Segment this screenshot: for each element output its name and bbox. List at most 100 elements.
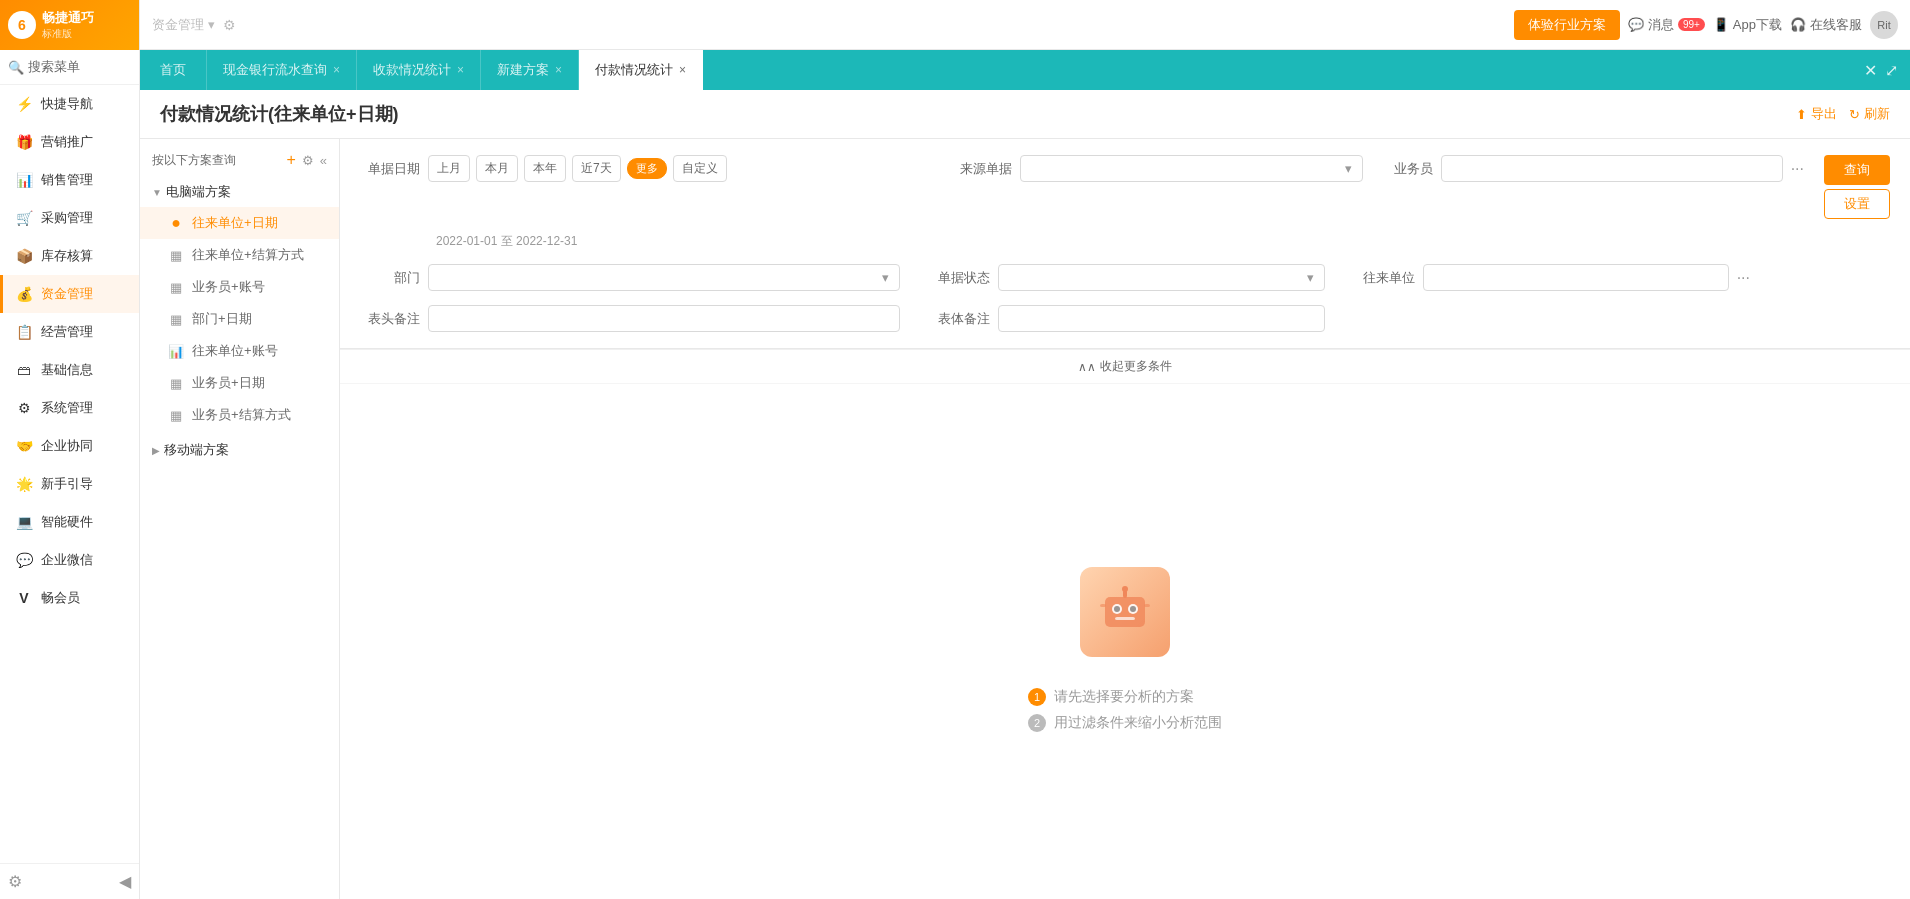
mobile-group-header[interactable]: ▶ 移动端方案 <box>140 435 339 465</box>
footer-collapse-icon[interactable]: ◀ <box>119 872 131 891</box>
sidebar-item-guide[interactable]: 🌟 新手引导 <box>0 465 139 503</box>
this-month-btn[interactable]: 本月 <box>476 155 518 182</box>
sidebar-item-finance[interactable]: 💰 资金管理 <box>0 275 139 313</box>
scheme-icon: ▦ <box>168 407 184 423</box>
topbar-settings-icon[interactable]: ⚙ <box>223 17 236 33</box>
panel-settings-icon[interactable]: ⚙ <box>302 153 314 168</box>
query-button[interactable]: 查询 <box>1824 155 1890 185</box>
dropdown-arrow-icon[interactable]: ▾ <box>208 17 215 32</box>
custom-btn[interactable]: 自定义 <box>673 155 727 182</box>
tab-home[interactable]: 首页 <box>140 50 207 90</box>
tab-receipt-stats-close[interactable]: × <box>457 63 464 77</box>
staff-input[interactable] <box>1441 155 1783 182</box>
industry-scheme-button[interactable]: 体验行业方案 <box>1514 10 1620 40</box>
sidebar-item-operation[interactable]: 📋 经营管理 <box>0 313 139 351</box>
refresh-button[interactable]: ↻ 刷新 <box>1849 105 1890 123</box>
tab-payment-stats[interactable]: 付款情况统计 × <box>579 50 703 90</box>
sidebar-item-hardware[interactable]: 💻 智能硬件 <box>0 503 139 541</box>
scheme-item-dept-date[interactable]: ▦ 部门+日期 <box>140 303 339 335</box>
tab-payment-stats-label: 付款情况统计 <box>595 61 673 79</box>
online-service-button[interactable]: 🎧 在线客服 <box>1790 16 1862 34</box>
tab-expand-icon[interactable]: ⤢ <box>1885 61 1898 80</box>
sidebar-item-label: 智能硬件 <box>41 513 93 531</box>
breadcrumb-text: 资金管理 <box>152 16 204 34</box>
scheme-item-staff-settle[interactable]: ▦ 业务员+结算方式 <box>140 399 339 431</box>
avatar[interactable]: Rit <box>1870 11 1898 39</box>
content-area: 按以下方案查询 + ⚙ « ▼ 电脑端方案 ● 往来单位+日期 ▦ <box>140 139 1910 899</box>
scheme-item-unit-account[interactable]: 📊 往来单位+账号 <box>140 335 339 367</box>
mobile-group-label: 移动端方案 <box>164 441 229 459</box>
tab-receipt-stats[interactable]: 收款情况统计 × <box>357 50 481 90</box>
panel-add-icon[interactable]: + <box>286 151 295 169</box>
search-label: 搜索菜单 <box>28 58 80 76</box>
voucher-status-label: 单据状态 <box>920 269 990 287</box>
sidebar-item-purchase[interactable]: 🛒 采购管理 <box>0 199 139 237</box>
voucher-status-select[interactable]: ▾ <box>998 264 1325 291</box>
refresh-icon: ↻ <box>1849 107 1860 122</box>
wechat-icon: 💬 <box>15 551 33 569</box>
refresh-label: 刷新 <box>1864 105 1890 123</box>
empty-robot-icon <box>1080 567 1170 657</box>
tab-payment-stats-close[interactable]: × <box>679 63 686 77</box>
export-button[interactable]: ⬆ 导出 <box>1796 105 1837 123</box>
header-note-input[interactable] <box>428 305 900 332</box>
sidebar-item-marketing[interactable]: 🎁 营销推广 <box>0 123 139 161</box>
sidebar-item-label: 营销推广 <box>41 133 93 151</box>
scheme-item-unit-settle[interactable]: ▦ 往来单位+结算方式 <box>140 239 339 271</box>
last-7days-btn[interactable]: 近7天 <box>572 155 621 182</box>
finance-icon: 💰 <box>15 285 33 303</box>
messages-button[interactable]: 💬 消息 99+ <box>1628 16 1705 34</box>
tab-bank-flow[interactable]: 现金银行流水查询 × <box>207 50 357 90</box>
topbar: 资金管理 ▾ ⚙ 体验行业方案 💬 消息 99+ 📱 App下载 🎧 在线客服 … <box>140 0 1910 50</box>
scheme-icon: ▦ <box>168 247 184 263</box>
sidebar-item-wechat[interactable]: 💬 企业微信 <box>0 541 139 579</box>
source-select[interactable]: ▾ <box>1020 155 1363 182</box>
empty-tip-1: 1 请先选择要分析的方案 <box>1028 688 1222 706</box>
sidebar-item-system[interactable]: ⚙ 系统管理 <box>0 389 139 427</box>
app-download-button[interactable]: 📱 App下载 <box>1713 16 1782 34</box>
panel-label: 按以下方案查询 <box>152 152 236 169</box>
body-note-input[interactable] <box>998 305 1325 332</box>
tab-bank-flow-close[interactable]: × <box>333 63 340 77</box>
panel-collapse-icon[interactable]: « <box>320 153 327 168</box>
svg-point-4 <box>1130 606 1136 612</box>
footer-settings-icon[interactable]: ⚙ <box>8 872 22 891</box>
more-btn[interactable]: 更多 <box>627 158 667 179</box>
sidebar-item-member[interactable]: V 畅会员 <box>0 579 139 617</box>
messages-badge: 99+ <box>1678 18 1705 31</box>
last-month-btn[interactable]: 上月 <box>428 155 470 182</box>
panel-header: 按以下方案查询 + ⚙ « <box>140 151 339 177</box>
partner-input[interactable] <box>1423 264 1729 291</box>
this-year-btn[interactable]: 本年 <box>524 155 566 182</box>
page-title: 付款情况统计(往来单位+日期) <box>160 102 399 126</box>
dept-select[interactable]: ▾ <box>428 264 900 291</box>
sidebar-search[interactable]: 🔍 搜索菜单 <box>0 50 139 85</box>
scheme-icon: ▦ <box>168 311 184 327</box>
staff-dots[interactable]: ··· <box>1791 160 1804 178</box>
source-dropdown-icon: ▾ <box>1345 161 1352 176</box>
desktop-group-label: 电脑端方案 <box>166 183 231 201</box>
scheme-item-staff-account[interactable]: ▦ 业务员+账号 <box>140 271 339 303</box>
desktop-group-header[interactable]: ▼ 电脑端方案 <box>140 177 339 207</box>
tab-new-scheme[interactable]: 新建方案 × <box>481 50 579 90</box>
tab-close-all-icon[interactable]: ✕ <box>1864 61 1877 80</box>
setting-button[interactable]: 设置 <box>1824 189 1890 219</box>
sidebar-item-quick-nav[interactable]: ⚡ 快捷导航 <box>0 85 139 123</box>
scheme-item-staff-date[interactable]: ▦ 业务员+日期 <box>140 367 339 399</box>
sidebar-item-sales[interactable]: 📊 销售管理 <box>0 161 139 199</box>
system-icon: ⚙ <box>15 399 33 417</box>
partner-dots[interactable]: ··· <box>1737 269 1750 287</box>
sidebar-item-basic-info[interactable]: 🗃 基础信息 <box>0 351 139 389</box>
filter-actions: 查询 设置 <box>1824 155 1890 219</box>
page-header-actions: ⬆ 导出 ↻ 刷新 <box>1796 105 1890 123</box>
header-note-label: 表头备注 <box>360 310 420 328</box>
scheme-item-unit-date[interactable]: ● 往来单位+日期 <box>140 207 339 239</box>
sidebar-item-label: 畅会员 <box>41 589 80 607</box>
robot-svg <box>1095 582 1155 642</box>
collapse-bar[interactable]: ∧∧ 收起更多条件 <box>340 349 1910 383</box>
sidebar-item-enterprise[interactable]: 🤝 企业协同 <box>0 427 139 465</box>
right-panel: 单据日期 上月 本月 本年 近7天 更多 自定义 来源单据 <box>340 139 1910 899</box>
tab-new-scheme-close[interactable]: × <box>555 63 562 77</box>
sidebar-item-inventory[interactable]: 📦 库存核算 <box>0 237 139 275</box>
online-service-icon: 🎧 <box>1790 17 1806 32</box>
